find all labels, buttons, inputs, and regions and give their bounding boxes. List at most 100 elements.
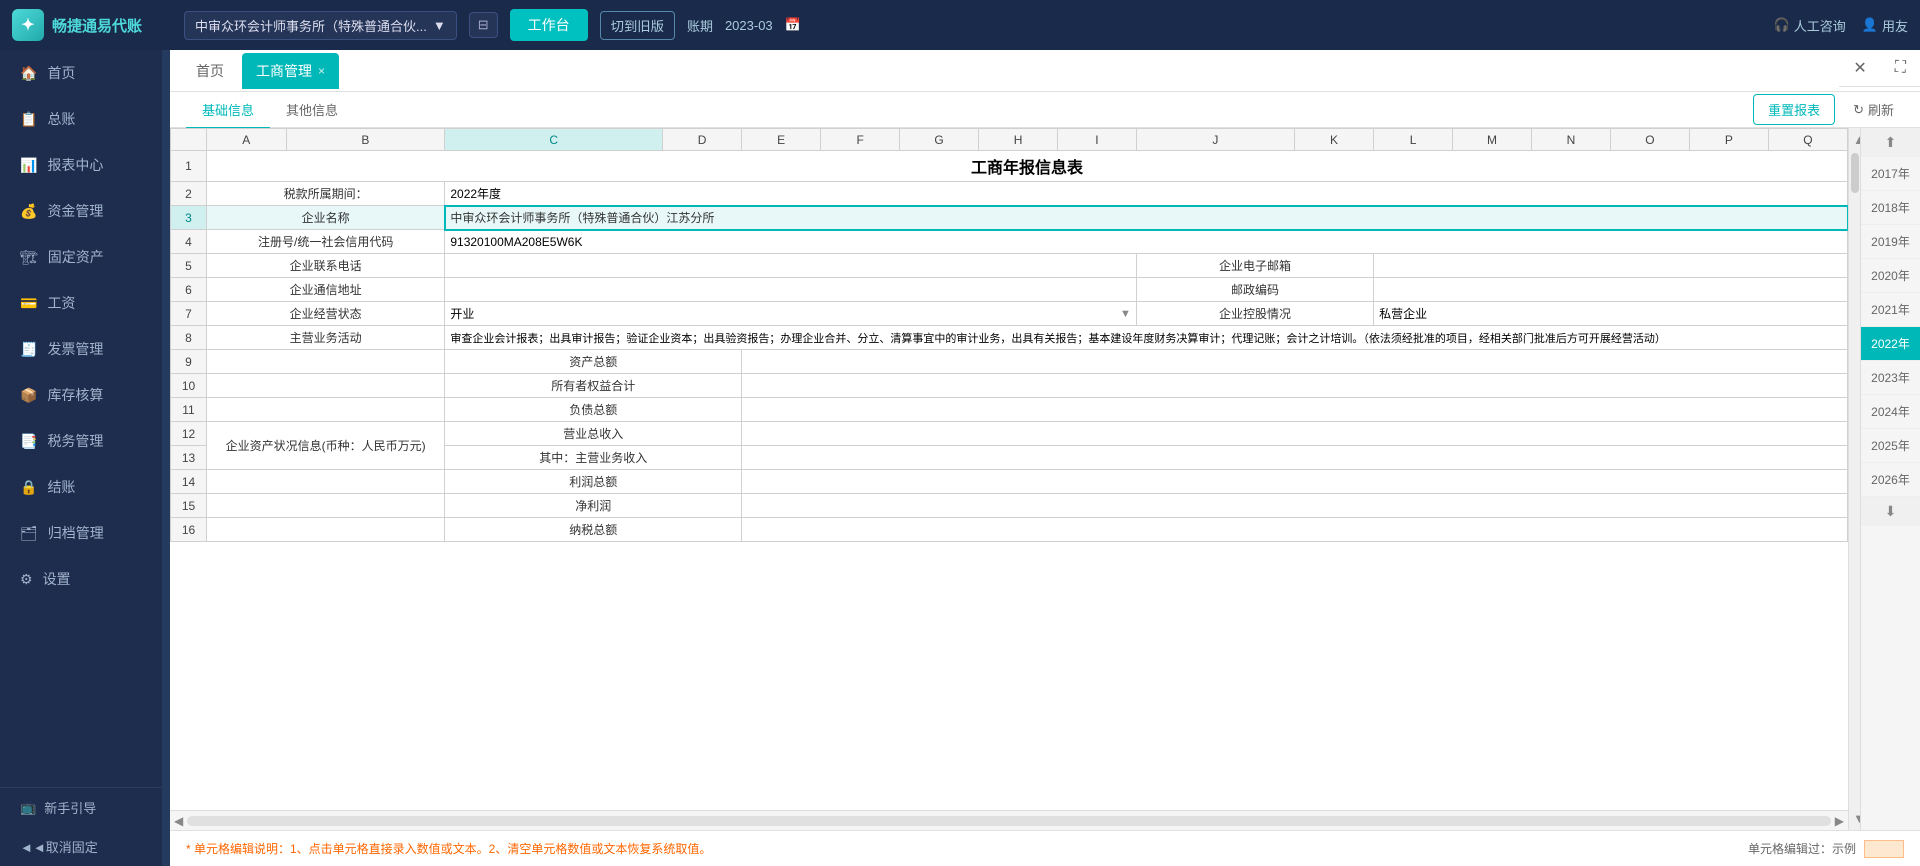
r15-label: 净利润 — [445, 494, 742, 518]
year-2024[interactable]: 2024年 — [1861, 395, 1920, 429]
r5-phone[interactable] — [445, 254, 1137, 278]
col-Q[interactable]: Q — [1768, 129, 1847, 151]
col-D[interactable]: D — [662, 129, 741, 151]
vertical-scrollbar[interactable]: ▲ ▼ — [1848, 128, 1860, 830]
r14-value[interactable] — [742, 470, 1848, 494]
col-I[interactable]: I — [1058, 129, 1137, 151]
col-F[interactable]: F — [821, 129, 900, 151]
col-M[interactable]: M — [1453, 129, 1532, 151]
year-nav-down[interactable]: ⬇ — [1861, 497, 1920, 526]
service-button[interactable]: 🎧 人工咨询 — [1774, 16, 1846, 35]
scroll-right-arrow[interactable]: ▶ — [1835, 814, 1844, 828]
tab-bar: 首页 工商管理 × ✕ ⛶ — [170, 50, 1920, 92]
r11-value[interactable] — [742, 398, 1848, 422]
year-2019[interactable]: 2019年 — [1861, 225, 1920, 259]
tab-home[interactable]: 首页 — [182, 53, 238, 89]
tab-active[interactable]: 工商管理 × — [242, 53, 339, 89]
r7-status[interactable]: 开业 ▼ — [445, 302, 1137, 326]
r3-value[interactable]: 中审众环会计师事务所（特殊普通合伙）江苏分所 — [445, 206, 1848, 230]
new-guide-button[interactable]: 📺 新手引导 — [0, 788, 170, 827]
sidebar-item-archive[interactable]: 🗂 归档管理 — [0, 510, 170, 556]
expand-window-button[interactable]: ⛶ — [1881, 50, 1920, 87]
r8-value[interactable]: 审查企业会计报表；出具审计报告；验证企业资本；出具验资报告；办理企业合并、分立、… — [445, 326, 1848, 350]
sidebar-item-closing[interactable]: 🔒 结账 — [0, 464, 170, 510]
r9-value[interactable] — [742, 350, 1848, 374]
year-2022[interactable]: 2022年 — [1861, 327, 1920, 361]
col-A[interactable]: A — [207, 129, 287, 151]
r2-value[interactable]: 2022年度 — [445, 182, 1848, 206]
col-B[interactable]: B — [286, 129, 445, 151]
sidebar-item-fund[interactable]: 💰 资金管理 — [0, 188, 170, 234]
ledger-icon: 📋 — [20, 111, 37, 128]
r7-holding[interactable]: 私营企业 — [1374, 302, 1848, 326]
sidebar-item-tax[interactable]: 📑 税务管理 — [0, 418, 170, 464]
r6-addr[interactable] — [445, 278, 1137, 302]
year-2026[interactable]: 2026年 — [1861, 463, 1920, 497]
year-nav-up[interactable]: ⬆ — [1861, 128, 1920, 157]
guide-icon: 📺 — [20, 800, 36, 816]
col-C[interactable]: C — [445, 129, 663, 151]
year-2020[interactable]: 2020年 — [1861, 259, 1920, 293]
scroll-left-arrow[interactable]: ◀ — [174, 814, 183, 828]
col-E[interactable]: E — [742, 129, 821, 151]
copy-button[interactable]: ⊟ — [469, 12, 498, 38]
scroll-down-arrow[interactable]: ▼ — [1849, 807, 1860, 830]
table-row: 8 主营业务活动 审查企业会计报表；出具审计报告；验证企业资本；出具验资报告；办… — [171, 326, 1848, 350]
spreadsheet-main[interactable]: A B C D E F G H I J — [170, 128, 1848, 810]
workbench-button[interactable]: 工作台 — [510, 9, 588, 41]
tab-close-button[interactable]: × — [318, 64, 325, 78]
r5-label: 企业联系电话 — [207, 254, 445, 278]
r10-label: 所有者权益合计 — [445, 374, 742, 398]
sidebar-item-inventory[interactable]: 📦 库存核算 — [0, 372, 170, 418]
sidebar-item-salary[interactable]: 💳 工资 — [0, 280, 170, 326]
sidebar-item-asset[interactable]: 🏗 固定资产 — [0, 234, 170, 280]
unpin-button[interactable]: ◄◄取消固定 — [0, 827, 170, 866]
year-2025[interactable]: 2025年 — [1861, 429, 1920, 463]
col-P[interactable]: P — [1689, 129, 1768, 151]
r16-value[interactable] — [742, 518, 1848, 542]
close-window-button[interactable]: ✕ — [1839, 50, 1880, 87]
company-selector[interactable]: 中审众环会计师事务所（特殊普通合伙... ▼ — [184, 11, 457, 40]
sidebar-item-ledger[interactable]: 📋 总账 — [0, 96, 170, 142]
salary-icon: 💳 — [20, 295, 37, 312]
r5-email[interactable] — [1374, 254, 1848, 278]
sub-tab-other-label: 其他信息 — [286, 103, 338, 118]
year-2021[interactable]: 2021年 — [1861, 293, 1920, 327]
col-J[interactable]: J — [1136, 129, 1294, 151]
scroll-up-arrow[interactable]: ▲ — [1849, 128, 1860, 151]
scroll-thumb[interactable] — [1851, 153, 1859, 193]
col-O[interactable]: O — [1610, 129, 1689, 151]
year-2023[interactable]: 2023年 — [1861, 361, 1920, 395]
sidebar-item-report[interactable]: 📊 报表中心 — [0, 142, 170, 188]
col-K[interactable]: K — [1294, 129, 1373, 151]
r13-value[interactable] — [742, 446, 1848, 470]
r13-label: 其中：主营业务收入 — [445, 446, 742, 470]
r15-value[interactable] — [742, 494, 1848, 518]
col-G[interactable]: G — [900, 129, 979, 151]
refresh-button[interactable]: ↻ 刷新 — [1843, 95, 1904, 124]
horizontal-scrollbar[interactable]: ◀ ▶ — [170, 810, 1848, 830]
reset-report-button[interactable]: 重置报表 — [1753, 94, 1835, 125]
sub-tab-basic[interactable]: 基础信息 — [186, 92, 270, 129]
col-L[interactable]: L — [1374, 129, 1453, 151]
col-N[interactable]: N — [1532, 129, 1611, 151]
r10-empty — [207, 374, 445, 398]
col-H[interactable]: H — [979, 129, 1058, 151]
calendar-icon[interactable]: 📅 — [785, 17, 801, 33]
r4-value[interactable]: 91320100MA208E5W6K — [445, 230, 1848, 254]
year-2017[interactable]: 2017年 — [1861, 157, 1920, 191]
sidebar-item-settings[interactable]: ⚙ 设置 — [0, 556, 170, 602]
h-scroll-track[interactable] — [187, 816, 1831, 826]
asset-icon: 🏗 — [20, 249, 38, 266]
r10-value[interactable] — [742, 374, 1848, 398]
switch-version-button[interactable]: 切到旧版 — [600, 11, 675, 40]
r6-zip[interactable] — [1374, 278, 1848, 302]
user-area[interactable]: 👤 用友 — [1862, 16, 1908, 35]
r12-value[interactable] — [742, 422, 1848, 446]
sidebar-item-home[interactable]: 🏠 首页 — [0, 50, 170, 96]
sidebar-ledger-label: 总账 — [47, 109, 75, 129]
r12-label: 营业总收入 — [445, 422, 742, 446]
sidebar-item-invoice[interactable]: 🧾 发票管理 — [0, 326, 170, 372]
sub-tab-other[interactable]: 其他信息 — [270, 92, 354, 129]
year-2018[interactable]: 2018年 — [1861, 191, 1920, 225]
